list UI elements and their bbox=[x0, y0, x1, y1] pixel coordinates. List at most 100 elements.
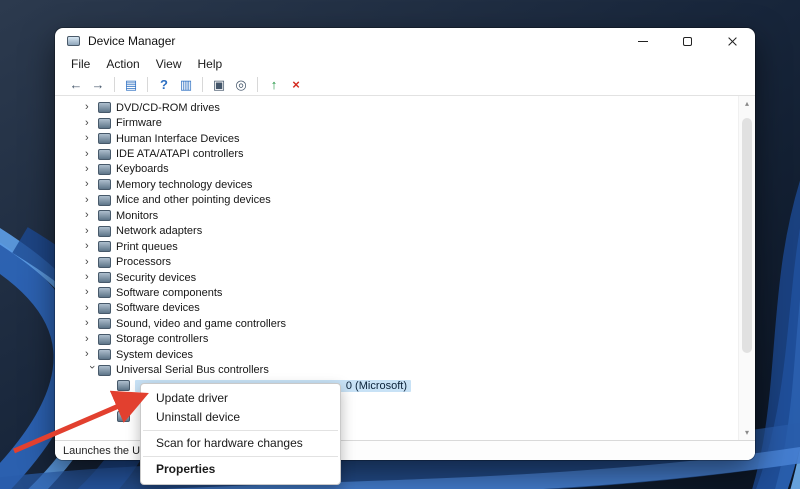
toolbar-separator bbox=[147, 77, 148, 92]
tree-item-label: Network adapters bbox=[116, 225, 202, 237]
tree-item-label: Keyboards bbox=[116, 163, 169, 175]
menu-view[interactable]: View bbox=[148, 57, 190, 71]
chevron-right-icon[interactable]: › bbox=[85, 102, 98, 113]
tree-item-label: Mice and other pointing devices bbox=[116, 194, 271, 206]
tree-item[interactable]: › Monitors bbox=[55, 208, 738, 223]
chevron-right-icon[interactable]: › bbox=[85, 334, 98, 345]
status-text: Launches the U bbox=[63, 445, 140, 457]
tree-item[interactable]: › Memory technology devices bbox=[55, 177, 738, 192]
computer-icon[interactable]: ▣ bbox=[208, 75, 230, 94]
memory-technology-devices-icon bbox=[98, 179, 111, 190]
menu-help[interactable]: Help bbox=[190, 57, 231, 71]
tree-item[interactable]: › Print queues bbox=[55, 239, 738, 254]
tree-item-label: IDE ATA/ATAPI controllers bbox=[116, 148, 244, 160]
tree-item[interactable]: › Human Interface Devices bbox=[55, 131, 738, 146]
context-menu: Update driverUninstall device Scan for ha… bbox=[140, 383, 341, 485]
context-menu-item-scan-for-hardware-changes[interactable]: Scan for hardware changes bbox=[141, 434, 340, 453]
chevron-right-icon[interactable]: › bbox=[85, 318, 98, 329]
sound-video-and-game-controllers-icon bbox=[98, 318, 111, 329]
title-bar[interactable]: Device Manager bbox=[55, 28, 755, 54]
scrollbar-thumb[interactable] bbox=[742, 118, 752, 353]
software-components-icon bbox=[98, 287, 111, 298]
tree-item[interactable]: › Software devices bbox=[55, 301, 738, 316]
chevron-right-icon[interactable]: › bbox=[85, 226, 98, 237]
back-icon[interactable]: ← bbox=[65, 75, 87, 94]
usb-device-icon bbox=[117, 396, 130, 407]
context-menu-item-properties[interactable]: Properties bbox=[141, 460, 340, 479]
dvd-cd-rom-drives-icon bbox=[98, 102, 111, 113]
menu-file[interactable]: File bbox=[63, 57, 98, 71]
scan-icon[interactable]: ◎ bbox=[230, 75, 252, 94]
tree-item[interactable]: ›Firmware bbox=[55, 115, 738, 130]
context-menu-item-uninstall-device[interactable]: Uninstall device bbox=[141, 408, 340, 427]
tree-item[interactable]: › System devices bbox=[55, 347, 738, 362]
tree-item-label: Print queues bbox=[116, 241, 178, 253]
menu-bar: FileActionViewHelp bbox=[55, 54, 755, 74]
menu-action[interactable]: Action bbox=[98, 57, 147, 71]
tree-item[interactable]: › Software components bbox=[55, 285, 738, 300]
chevron-right-icon[interactable]: › bbox=[85, 133, 98, 144]
monitors-icon bbox=[98, 210, 111, 221]
chevron-right-icon[interactable]: › bbox=[85, 179, 98, 190]
chevron-right-icon[interactable]: › bbox=[85, 287, 98, 298]
chevron-right-icon[interactable]: › bbox=[85, 272, 98, 283]
tree-item[interactable]: › Network adapters bbox=[55, 224, 738, 239]
tree-item[interactable]: › Mice and other pointing devices bbox=[55, 193, 738, 208]
chevron-right-icon[interactable]: › bbox=[85, 257, 98, 268]
tree-scrollbar[interactable]: ▴ ▾ bbox=[738, 96, 755, 440]
chevron-right-icon[interactable]: › bbox=[85, 149, 98, 160]
software-devices-icon bbox=[98, 303, 111, 314]
chevron-right-icon[interactable]: › bbox=[85, 195, 98, 206]
tree-item-label: Software components bbox=[116, 287, 222, 299]
tree-item[interactable]: › Keyboards bbox=[55, 162, 738, 177]
tree-item-label: Software devices bbox=[116, 302, 200, 314]
storage-controllers-icon bbox=[98, 334, 111, 345]
forward-icon[interactable]: → bbox=[87, 75, 109, 94]
scroll-up-icon[interactable]: ▴ bbox=[739, 96, 755, 111]
tree-item-label: Security devices bbox=[116, 272, 196, 284]
uninstall-icon[interactable]: × bbox=[285, 75, 307, 94]
update-driver-icon[interactable]: ↑ bbox=[263, 75, 285, 94]
tree-item[interactable]: › DVD/CD-ROM drives bbox=[55, 100, 738, 115]
toolbar-separator bbox=[257, 77, 258, 92]
tree-item-label: Memory technology devices bbox=[116, 179, 252, 191]
system-devices-icon bbox=[98, 349, 111, 360]
chevron-down-icon[interactable]: › bbox=[86, 365, 97, 378]
tree-item[interactable]: ›Universal Serial Bus controllers bbox=[55, 362, 738, 377]
tree-item[interactable]: › Storage controllers bbox=[55, 332, 738, 347]
toolbar-separator bbox=[114, 77, 115, 92]
context-menu-separator bbox=[143, 456, 338, 457]
context-menu-item-update-driver[interactable]: Update driver bbox=[141, 389, 340, 408]
tree-item-label: Sound, video and game controllers bbox=[116, 318, 286, 330]
maximize-button[interactable] bbox=[665, 28, 710, 54]
toolbar: ←→ ▤?▥ ▣◎ ↑× bbox=[55, 74, 755, 96]
minimize-icon bbox=[638, 41, 648, 42]
tree-item[interactable]: › Security devices bbox=[55, 270, 738, 285]
tree-item[interactable]: › IDE ATA/ATAPI controllers bbox=[55, 146, 738, 161]
tree-item[interactable]: › Processors bbox=[55, 254, 738, 269]
tree-item-label: Processors bbox=[116, 256, 171, 268]
properties-icon[interactable]: ▥ bbox=[175, 75, 197, 94]
tree-item-label: System devices bbox=[116, 349, 193, 361]
chevron-right-icon[interactable]: › bbox=[85, 303, 98, 314]
tree-item-label: Monitors bbox=[116, 210, 158, 222]
console-tree-icon[interactable]: ▤ bbox=[120, 75, 142, 94]
tree-item-label: Human Interface Devices bbox=[116, 133, 240, 145]
tree-item[interactable]: › Sound, video and game controllers bbox=[55, 316, 738, 331]
chevron-right-icon[interactable]: › bbox=[85, 164, 98, 175]
window-controls bbox=[620, 28, 755, 54]
tree-item-label: DVD/CD-ROM drives bbox=[116, 102, 220, 114]
print-queues-icon bbox=[98, 241, 111, 252]
chevron-right-icon[interactable]: › bbox=[85, 210, 98, 221]
security-devices-icon bbox=[98, 272, 111, 283]
chevron-right-icon[interactable]: › bbox=[85, 118, 98, 129]
chevron-right-icon[interactable]: › bbox=[85, 241, 98, 252]
tree-item-label: Storage controllers bbox=[116, 333, 208, 345]
minimize-button[interactable] bbox=[620, 28, 665, 54]
window-title: Device Manager bbox=[88, 34, 175, 48]
usb-device-icon bbox=[117, 380, 130, 391]
close-button[interactable] bbox=[710, 28, 755, 54]
scroll-down-icon[interactable]: ▾ bbox=[739, 425, 755, 440]
chevron-right-icon[interactable]: › bbox=[85, 349, 98, 360]
help-icon[interactable]: ? bbox=[153, 75, 175, 94]
